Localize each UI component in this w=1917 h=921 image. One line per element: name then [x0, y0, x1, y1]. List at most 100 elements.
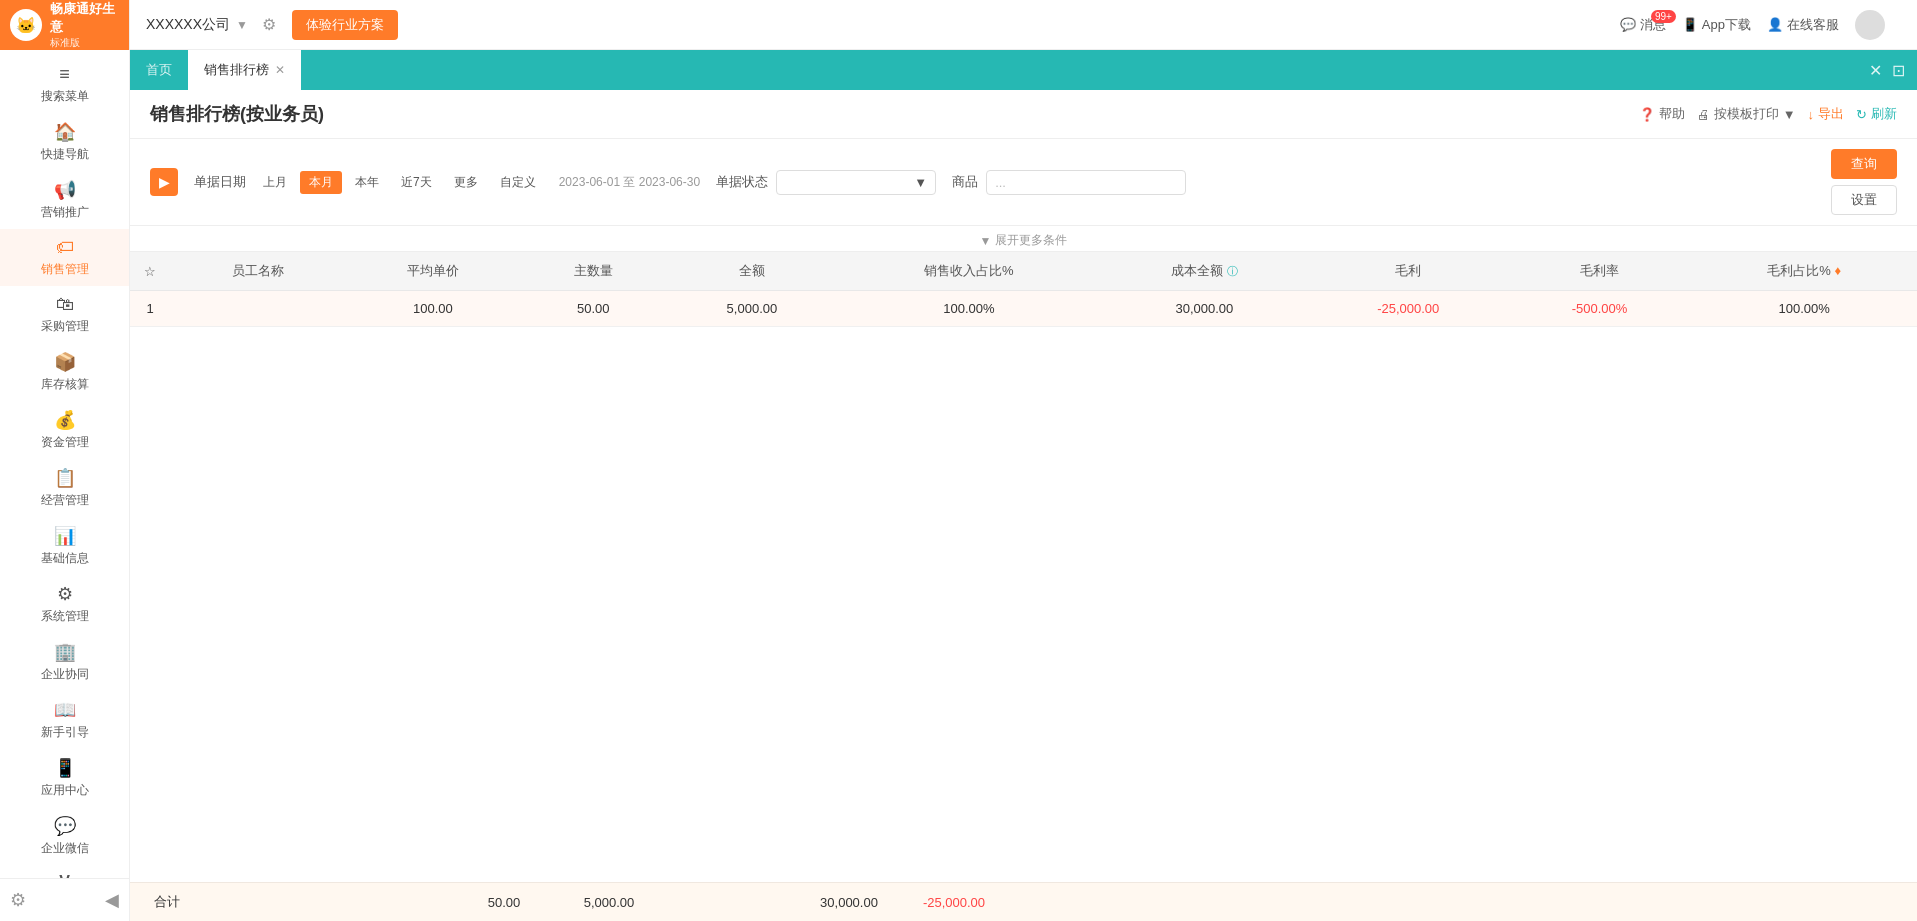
tab-minimize-icon[interactable]: ✕ [1869, 61, 1882, 80]
user-avatar[interactable] [1855, 10, 1885, 40]
sidebar-item-guide-label: 新手引导 [41, 724, 89, 741]
col-gross: 毛利 [1309, 252, 1508, 291]
sidebar-item-inventory-label: 库存核算 [41, 376, 89, 393]
app-download-icon: 📱 [1682, 17, 1698, 32]
sidebar-item-quick-nav-label: 快捷导航 [41, 146, 89, 163]
help-button[interactable]: ❓ 帮助 [1639, 105, 1685, 123]
table-footer: 合计 50.00 5,000.00 30,000.00 -25,000.00 [130, 882, 1917, 921]
col-cost: 成本全额 ⓘ [1100, 252, 1309, 291]
tab-maximize-icon[interactable]: ⊡ [1892, 61, 1905, 80]
sidebar-item-finance[interactable]: 💰 资金管理 [0, 401, 129, 459]
sales-ranking-table: ☆ 员工名称 平均单价 主数量 全额 销售收入占比% 成本全额 ⓘ 毛利 毛利率… [130, 252, 1917, 327]
expand-conditions-button[interactable]: ▼ 展开更多条件 [980, 232, 1068, 249]
sidebar-item-sales[interactable]: 🏷 销售管理 [0, 229, 129, 286]
sidebar-item-member[interactable]: V 畅会员 [0, 865, 129, 878]
service-label: 在线客服 [1787, 16, 1839, 34]
operations-icon: 📋 [54, 467, 76, 489]
sidebar-item-wechat[interactable]: 💬 企业微信 [0, 807, 129, 865]
quick-nav-icon: 🏠 [54, 121, 76, 143]
sidebar-item-wechat-label: 企业微信 [41, 840, 89, 857]
sidebar-footer: ⚙ ◀ [0, 878, 129, 921]
date-tab-current-year[interactable]: 本年 [346, 171, 388, 194]
date-tab-current-month[interactable]: 本月 [300, 171, 342, 194]
sidebar-item-enterprise[interactable]: 🏢 企业协同 [0, 633, 129, 691]
app-subtitle: 标准版 [50, 36, 119, 50]
refresh-button[interactable]: ↻ 刷新 [1856, 105, 1897, 123]
sidebar-item-inventory[interactable]: 📦 库存核算 [0, 343, 129, 401]
print-button[interactable]: 🖨 按模板打印 ▼ [1697, 105, 1796, 123]
filter-toggle-button[interactable]: ▶ [150, 168, 178, 196]
topbar: XXXXXX公司 ▼ ⚙ 体验行业方案 💬 消息 99+ 📱 App下载 👤 在… [130, 0, 1917, 50]
app-download-button[interactable]: 📱 App下载 [1682, 16, 1751, 34]
expand-row: ▼ 展开更多条件 [130, 226, 1917, 252]
export-icon: ↓ [1808, 107, 1815, 122]
query-button[interactable]: 查询 [1831, 149, 1897, 179]
date-tab-last-month[interactable]: 上月 [254, 171, 296, 194]
sidebar-item-system[interactable]: ⚙ 系统管理 [0, 575, 129, 633]
collapse-footer-icon[interactable]: ◀ [105, 889, 119, 911]
table-container: ☆ 员工名称 平均单价 主数量 全额 销售收入占比% 成本全额 ⓘ 毛利 毛利率… [130, 252, 1917, 882]
date-tab-custom[interactable]: 自定义 [491, 171, 545, 194]
sidebar-item-system-label: 系统管理 [41, 608, 89, 625]
tab-close-icon[interactable]: ✕ [275, 63, 285, 77]
goods-label: 商品 [952, 173, 978, 191]
print-icon: 🖨 [1697, 107, 1710, 122]
status-placeholder [785, 175, 789, 190]
topbar-settings-icon[interactable]: ⚙ [262, 15, 276, 34]
refresh-icon: ↻ [1856, 107, 1867, 122]
purchase-icon: 🛍 [56, 294, 74, 315]
page-title: 销售排行榜(按业务员) [150, 102, 324, 138]
help-icon: ❓ [1639, 107, 1655, 122]
sidebar: 🐱 畅康通好生意 标准版 ≡ 搜索菜单 🏠 快捷导航 📢 营销推广 🏷 销售管理… [0, 0, 130, 921]
sidebar-item-purchase[interactable]: 🛍 采购管理 [0, 286, 129, 343]
filter-status-group: 单据状态 ▼ [716, 170, 936, 195]
sidebar-nav: ≡ 搜索菜单 🏠 快捷导航 📢 营销推广 🏷 销售管理 🛍 采购管理 📦 库存核… [0, 50, 129, 878]
col-qty: 主数量 [521, 252, 666, 291]
tab-sales-ranking[interactable]: 销售排行榜 ✕ [188, 50, 301, 90]
date-label: 单据日期 [194, 173, 246, 191]
footer-cost: 30,000.00 [794, 895, 904, 910]
tabs-right-icons: ✕ ⊡ [1869, 61, 1917, 80]
col-settings-icon[interactable]: ☆ [130, 252, 170, 291]
date-tabs: 上月 本月 本年 近7天 更多 自定义 [254, 171, 545, 194]
col-gross-pct: 毛利占比% ♦ [1691, 252, 1917, 291]
page-header: 销售排行榜(按业务员) ❓ 帮助 🖨 按模板打印 ▼ ↓ 导出 ↻ 刷新 [130, 90, 1917, 139]
inventory-icon: 📦 [54, 351, 76, 373]
export-button[interactable]: ↓ 导出 [1808, 105, 1845, 123]
sidebar-item-marketing[interactable]: 📢 营销推广 [0, 171, 129, 229]
sidebar-item-quick-nav[interactable]: 🏠 快捷导航 [0, 113, 129, 171]
settings-footer-icon[interactable]: ⚙ [10, 889, 26, 911]
refresh-label: 刷新 [1871, 105, 1897, 123]
status-select[interactable]: ▼ [776, 170, 936, 195]
date-tab-7days[interactable]: 近7天 [392, 171, 441, 194]
goods-input[interactable]: ... [986, 170, 1186, 195]
online-service-button[interactable]: 👤 在线客服 [1767, 16, 1839, 34]
settings-button[interactable]: 设置 [1831, 185, 1897, 215]
enterprise-icon: 🏢 [54, 641, 76, 663]
tabs-bar: 首页 销售排行榜 ✕ ✕ ⊡ [130, 50, 1917, 90]
sidebar-item-basic[interactable]: 📊 基础信息 [0, 517, 129, 575]
guide-icon: 📖 [54, 699, 76, 721]
table-header-row: ☆ 员工名称 平均单价 主数量 全额 销售收入占比% 成本全额 ⓘ 毛利 毛利率… [130, 252, 1917, 291]
finance-icon: 💰 [54, 409, 76, 431]
company-selector[interactable]: XXXXXX公司 ▼ [146, 16, 248, 34]
message-icon: 💬 [1620, 17, 1636, 32]
status-label: 单据状态 [716, 173, 768, 191]
sidebar-item-operations[interactable]: 📋 经营管理 [0, 459, 129, 517]
cell-rank: 1 [130, 291, 170, 327]
sidebar-item-purchase-label: 采购管理 [41, 318, 89, 335]
sidebar-item-guide[interactable]: 📖 新手引导 [0, 691, 129, 749]
sidebar-logo: 🐱 畅康通好生意 标准版 [0, 0, 129, 50]
sidebar-item-apps[interactable]: 📱 应用中心 [0, 749, 129, 807]
filter-actions: 查询 设置 [1831, 149, 1897, 215]
filter-goods-group: 商品 ... [952, 170, 1186, 195]
trial-button[interactable]: 体验行业方案 [292, 10, 398, 40]
tab-home[interactable]: 首页 [130, 50, 188, 90]
help-label: 帮助 [1659, 105, 1685, 123]
date-tab-more[interactable]: 更多 [445, 171, 487, 194]
main-area: XXXXXX公司 ▼ ⚙ 体验行业方案 💬 消息 99+ 📱 App下载 👤 在… [130, 0, 1917, 921]
date-range-label: 2023-06-01 至 2023-06-30 [559, 174, 700, 191]
sidebar-item-search[interactable]: ≡ 搜索菜单 [0, 56, 129, 113]
message-button[interactable]: 💬 消息 99+ [1620, 16, 1666, 34]
sales-icon: 🏷 [56, 237, 74, 258]
